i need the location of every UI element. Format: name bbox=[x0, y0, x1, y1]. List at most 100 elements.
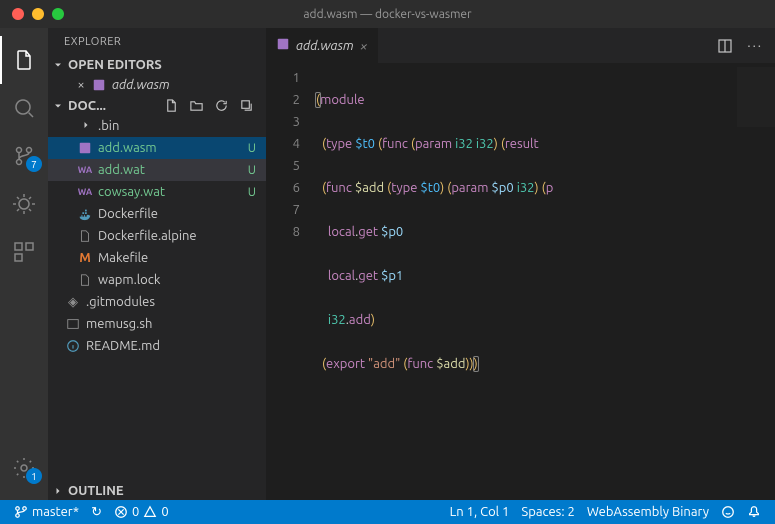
settings-badge: 1 bbox=[26, 468, 42, 484]
branch-icon bbox=[14, 505, 28, 519]
wasm-file-icon bbox=[276, 37, 290, 54]
editor-tab[interactable]: add.wasm × bbox=[266, 28, 379, 63]
chevron-down-icon bbox=[52, 100, 64, 112]
tab-label: add.wasm bbox=[296, 39, 354, 53]
close-window-button[interactable] bbox=[12, 8, 24, 20]
file-label: cowsay.wat bbox=[98, 185, 248, 199]
feedback-button[interactable] bbox=[715, 500, 741, 524]
language-mode[interactable]: WebAssembly Binary bbox=[581, 500, 715, 524]
file-label: Dockerfile bbox=[98, 207, 266, 221]
minimap[interactable] bbox=[737, 67, 775, 127]
file-dockerfile-alpine[interactable]: Dockerfile.alpine bbox=[48, 225, 266, 247]
code-editor[interactable]: 1 2 3 4 5 6 7 8 (module (type $t0 (func … bbox=[266, 63, 775, 500]
editor: add.wasm × ··· 1 2 3 4 5 6 7 8 (module (… bbox=[266, 28, 775, 500]
scm-badge: 7 bbox=[26, 156, 42, 172]
activity-bar: 7 1 bbox=[0, 28, 48, 500]
line-number: 5 bbox=[266, 155, 300, 177]
line-gutter: 1 2 3 4 5 6 7 8 bbox=[266, 67, 316, 500]
file-label: wapm.lock bbox=[98, 273, 266, 287]
branch-status[interactable]: master* bbox=[8, 500, 85, 524]
warning-icon bbox=[143, 505, 157, 519]
explorer-title: EXPLORER bbox=[48, 28, 266, 56]
file-label: memusg.sh bbox=[86, 317, 266, 331]
file-tree: .bin add.wasm U WA add.wat U WA cowsay.w… bbox=[48, 115, 266, 357]
wat-file-icon: WA bbox=[76, 165, 94, 175]
window-title: add.wasm — docker-vs-wasmer bbox=[303, 8, 471, 21]
smile-icon bbox=[721, 505, 735, 519]
split-editor-icon[interactable] bbox=[717, 38, 733, 54]
outline-section[interactable]: OUTLINE bbox=[48, 482, 266, 500]
line-number: 2 bbox=[266, 89, 300, 111]
file-icon bbox=[76, 229, 94, 243]
wasm-file-icon bbox=[76, 141, 94, 155]
file-memusg[interactable]: memusg.sh bbox=[48, 313, 266, 335]
file-cowsay-wat[interactable]: WA cowsay.wat U bbox=[48, 181, 266, 203]
git-status: U bbox=[248, 186, 256, 199]
extensions-activity[interactable] bbox=[0, 228, 48, 276]
error-icon bbox=[114, 505, 128, 519]
folder-label: .bin bbox=[98, 119, 119, 133]
minimize-window-button[interactable] bbox=[32, 8, 44, 20]
settings-activity[interactable]: 1 bbox=[0, 444, 48, 492]
outline-label: OUTLINE bbox=[68, 484, 124, 498]
extensions-icon bbox=[12, 240, 36, 264]
folder-label: DOC... bbox=[68, 99, 106, 113]
open-editor-item[interactable]: × add.wasm bbox=[48, 74, 266, 96]
search-icon bbox=[12, 96, 36, 120]
open-editors-section[interactable]: OPEN EDITORS bbox=[48, 56, 266, 74]
files-icon bbox=[12, 48, 36, 72]
git-file-icon: ◈ bbox=[64, 295, 82, 310]
collapse-all-icon[interactable] bbox=[239, 98, 254, 113]
new-folder-icon[interactable] bbox=[189, 98, 204, 113]
bell-icon bbox=[747, 505, 761, 519]
branch-name: master* bbox=[32, 505, 79, 519]
close-tab-button[interactable]: × bbox=[360, 38, 368, 54]
editor-tabs: add.wasm × ··· bbox=[266, 28, 775, 63]
folder-actions bbox=[164, 98, 262, 113]
sync-button[interactable]: ↻ bbox=[85, 500, 108, 524]
makefile-icon: M bbox=[76, 251, 94, 265]
file-label: Dockerfile.alpine bbox=[98, 229, 266, 243]
explorer-activity[interactable] bbox=[0, 36, 48, 84]
chevron-down-icon bbox=[52, 59, 64, 71]
window-controls bbox=[0, 8, 64, 20]
file-wapm-lock[interactable]: wapm.lock bbox=[48, 269, 266, 291]
file-gitmodules[interactable]: ◈ .gitmodules bbox=[48, 291, 266, 313]
notifications-button[interactable] bbox=[741, 500, 767, 524]
file-add-wat[interactable]: WA add.wat U bbox=[48, 159, 266, 181]
debug-activity[interactable] bbox=[0, 180, 48, 228]
file-add-wasm[interactable]: add.wasm U bbox=[48, 137, 266, 159]
folder-section[interactable]: DOC... bbox=[48, 96, 266, 115]
chevron-right-icon bbox=[80, 119, 92, 134]
open-editors-label: OPEN EDITORS bbox=[68, 58, 162, 72]
maximize-window-button[interactable] bbox=[52, 8, 64, 20]
wat-file-icon: WA bbox=[76, 187, 94, 197]
code-content: (module (type $t0 (func (param i32 i32) … bbox=[316, 67, 553, 500]
new-file-icon[interactable] bbox=[164, 98, 179, 113]
chevron-right-icon bbox=[52, 485, 64, 497]
line-number: 8 bbox=[266, 221, 300, 243]
docker-file-icon bbox=[76, 207, 94, 221]
problems-status[interactable]: 0 0 bbox=[108, 500, 175, 524]
indent-status[interactable]: Spaces: 2 bbox=[515, 500, 580, 524]
more-actions-icon[interactable]: ··· bbox=[747, 39, 763, 53]
line-number: 4 bbox=[266, 133, 300, 155]
status-bar: master* ↻ 0 0 Ln 1, Col 1 Spaces: 2 WebA… bbox=[0, 500, 775, 524]
folder-bin[interactable]: .bin bbox=[48, 115, 266, 137]
titlebar: add.wasm — docker-vs-wasmer bbox=[0, 0, 775, 28]
warning-count: 0 bbox=[161, 505, 168, 519]
file-readme[interactable]: README.md bbox=[48, 335, 266, 357]
refresh-icon[interactable] bbox=[214, 98, 229, 113]
source-control-activity[interactable]: 7 bbox=[0, 132, 48, 180]
cursor-position[interactable]: Ln 1, Col 1 bbox=[444, 500, 516, 524]
sync-icon: ↻ bbox=[91, 505, 102, 520]
file-label: .gitmodules bbox=[86, 295, 266, 309]
search-activity[interactable] bbox=[0, 84, 48, 132]
file-makefile[interactable]: M Makefile bbox=[48, 247, 266, 269]
git-status: U bbox=[248, 164, 256, 177]
file-dockerfile[interactable]: Dockerfile bbox=[48, 203, 266, 225]
file-icon bbox=[76, 273, 94, 287]
shell-file-icon bbox=[64, 317, 82, 331]
close-icon[interactable]: × bbox=[72, 78, 90, 92]
explorer-sidebar: EXPLORER OPEN EDITORS × add.wasm DOC... bbox=[48, 28, 266, 500]
